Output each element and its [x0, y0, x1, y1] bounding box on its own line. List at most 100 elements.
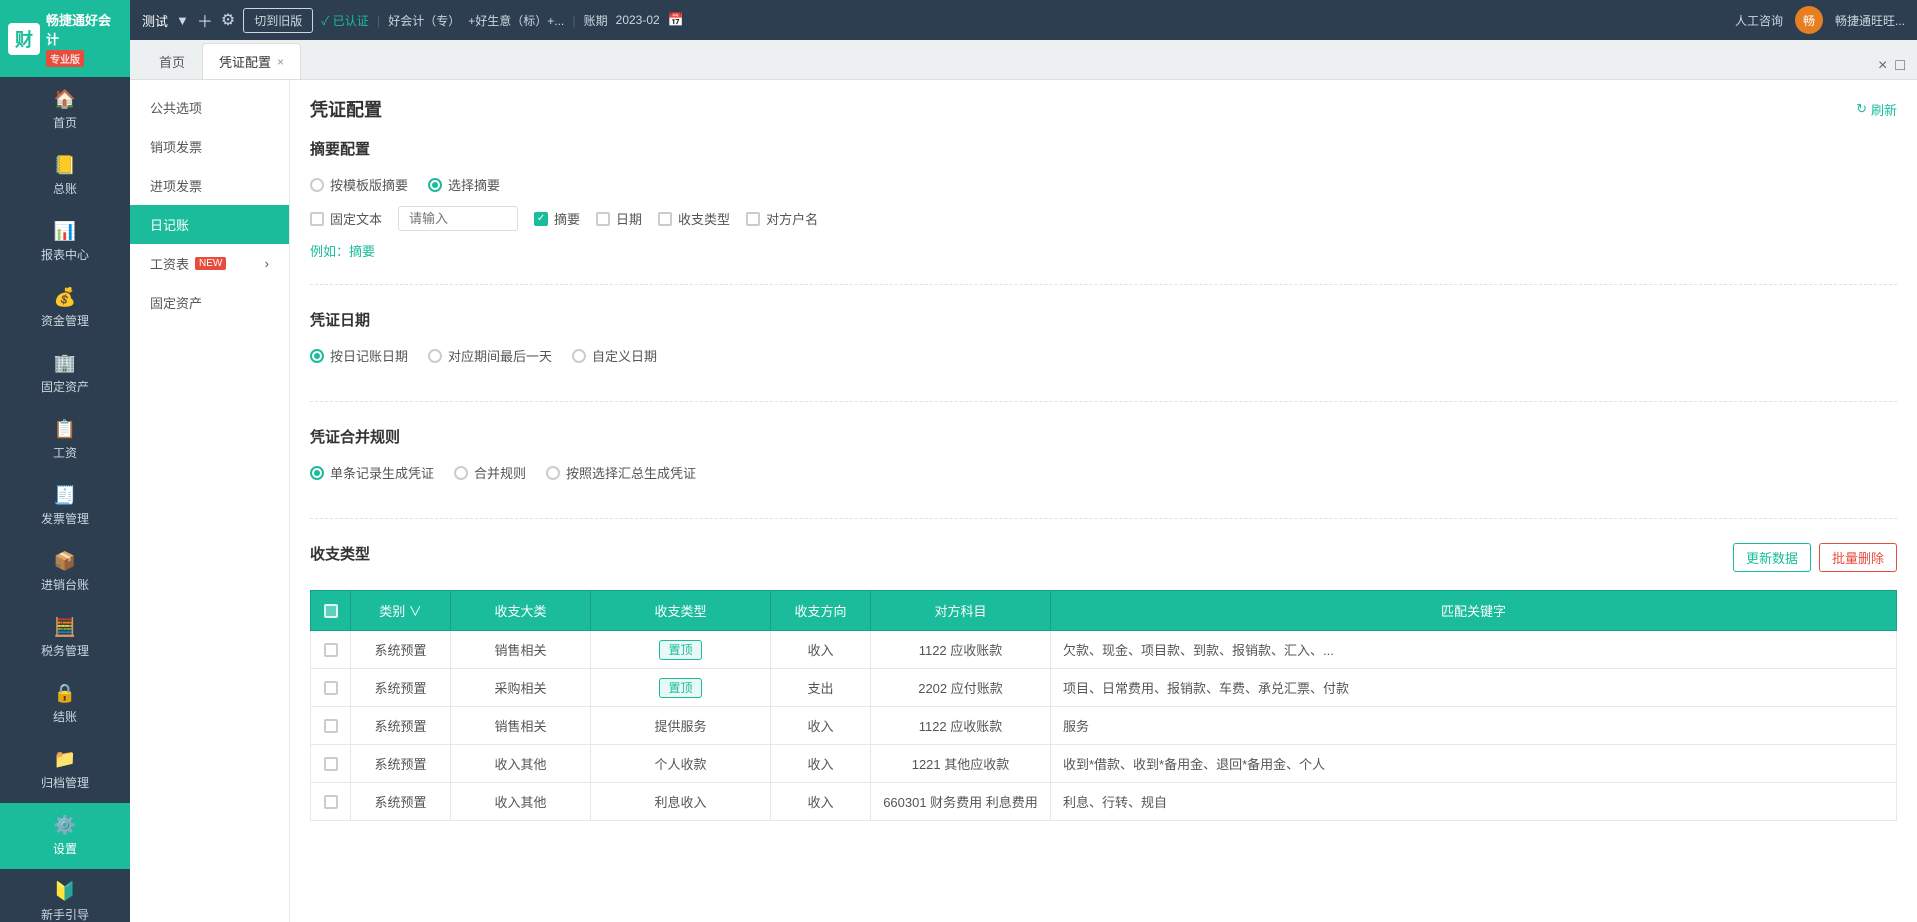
sidebar-item-ledger[interactable]: 📒 总账	[0, 143, 130, 209]
inner-nav-journal[interactable]: 日记账	[130, 205, 289, 244]
inner-nav-sales[interactable]: 销项发票	[130, 127, 289, 166]
radio-select[interactable]: 选择摘要	[428, 175, 500, 194]
row-category-4: 系统预置	[351, 783, 451, 821]
row-account-0: 1122 应收账款	[871, 631, 1051, 669]
th-select-all[interactable]	[311, 591, 351, 631]
maximize-btn[interactable]: □	[1895, 57, 1905, 75]
row-category-2: 系统预置	[351, 707, 451, 745]
radio-merge-rule[interactable]: 合并规则	[454, 463, 526, 482]
sidebar-item-guide[interactable]: 🔰 新手引导	[0, 869, 130, 922]
sidebar-item-home[interactable]: 🏠 首页	[0, 77, 130, 143]
radio-template-circle	[310, 178, 324, 192]
row-bigtype-0: 销售相关	[451, 631, 591, 669]
inner-nav-payroll[interactable]: 工资表 NEW ›	[130, 244, 289, 283]
row-direction-2: 收入	[771, 707, 871, 745]
row-keywords-0: 欠款、现金、项目款、到款、报销款、汇入、...	[1051, 631, 1897, 669]
sidebar-item-asset[interactable]: 🏢 固定资产	[0, 341, 130, 407]
refresh-button[interactable]: ↻ 刷新	[1856, 100, 1897, 119]
row-check-2[interactable]	[311, 707, 351, 745]
salary-icon: 📋	[54, 419, 76, 440]
row-bigtype-1: 采购相关	[451, 669, 591, 707]
topbar-add-icon[interactable]: ＋	[197, 8, 213, 32]
sidebar-item-archive[interactable]: 📁 归档管理	[0, 737, 130, 803]
date-section-title: 凭证日期	[310, 309, 1897, 330]
sidebar-item-purchase[interactable]: 📦 进销台账	[0, 539, 130, 605]
row-account-1: 2202 应付账款	[871, 669, 1051, 707]
tab-close-icon[interactable]: ×	[277, 55, 284, 69]
update-data-btn[interactable]: 更新数据	[1733, 543, 1811, 572]
radio-custom-date[interactable]: 自定义日期	[572, 346, 657, 365]
row-type-2: 提供服务	[591, 707, 771, 745]
fixed-text-input[interactable]	[398, 206, 518, 231]
inner-sidebar: 公共选项 销项发票 进项发票 日记账 工资表 NEW › 固定资产	[130, 80, 290, 922]
close-tab-btn[interactable]: ×	[1878, 57, 1887, 75]
sidebar-item-fund[interactable]: 💰 资金管理	[0, 275, 130, 341]
type-tag-1[interactable]: 置顶	[659, 678, 701, 698]
sidebar-item-settings[interactable]: ⚙️ 设置	[0, 803, 130, 869]
purchase-icon: 📦	[54, 551, 76, 572]
row-direction-1: 支出	[771, 669, 871, 707]
checkbox-counterparty[interactable]: 对方户名	[746, 209, 818, 228]
row-check-4[interactable]	[311, 783, 351, 821]
radio-select-circle	[428, 178, 442, 192]
row-keywords-3: 收到*借款、收到*备用金、退回*备用金、个人	[1051, 745, 1897, 783]
topbar-settings-icon[interactable]: ⚙	[221, 10, 235, 30]
logo-text: 畅捷通好会计 专业版	[46, 10, 122, 67]
period-last-circle	[428, 349, 442, 363]
sidebar: 财 畅捷通好会计 专业版 🏠 首页 📒 总账 📊 报表中心 💰 资金管理 🏢 固…	[0, 0, 130, 922]
tab-voucher-config[interactable]: 凭证配置 ×	[202, 43, 301, 79]
counterparty-checkbox	[746, 212, 760, 226]
batch-delete-btn[interactable]: 批量删除	[1819, 543, 1897, 572]
switch-to-old-btn[interactable]: 切到旧版	[243, 8, 313, 33]
inner-nav-purchase-invoice[interactable]: 进项发票	[130, 166, 289, 205]
type-tag-0[interactable]: 置顶	[659, 640, 701, 660]
inner-nav-fixed-asset[interactable]: 固定资产	[130, 283, 289, 322]
sidebar-item-report[interactable]: 📊 报表中心	[0, 209, 130, 275]
tax-icon: 🧮	[54, 617, 76, 638]
sidebar-nav: 🏠 首页 📒 总账 📊 报表中心 💰 资金管理 🏢 固定资产 📋 工资 🧾 发票…	[0, 77, 130, 922]
radio-template[interactable]: 按模板版摘要	[310, 175, 408, 194]
row-check-3[interactable]	[311, 745, 351, 783]
company-dropdown-icon[interactable]: ▼	[176, 13, 189, 28]
calendar-icon[interactable]: 📅	[668, 12, 684, 28]
checkbox-fixed-text[interactable]: 固定文本	[310, 209, 382, 228]
row-direction-0: 收入	[771, 631, 871, 669]
date-radio-group: 按日记账日期 对应期间最后一天 自定义日期	[310, 346, 1897, 365]
row-type-0: 置顶	[591, 631, 771, 669]
radio-journal-date[interactable]: 按日记账日期	[310, 346, 408, 365]
row-category-3: 系统预置	[351, 745, 451, 783]
row-account-3: 1221 其他应收款	[871, 745, 1051, 783]
tabbar: 首页 凭证配置 × × □	[130, 40, 1917, 80]
checkbox-date[interactable]: 日期	[596, 209, 642, 228]
checkbox-income-type[interactable]: 收支类型	[658, 209, 730, 228]
new-badge: NEW	[195, 257, 226, 270]
radio-single[interactable]: 单条记录生成凭证	[310, 463, 434, 482]
row-check-0[interactable]	[311, 631, 351, 669]
page-content: 凭证配置 ↻ 刷新 摘要配置 按模板版摘要 选择摘要	[290, 80, 1917, 922]
sidebar-item-close[interactable]: 🔒 结账	[0, 671, 130, 737]
user-avatar[interactable]: 畅	[1795, 6, 1823, 34]
user-name[interactable]: 畅捷通旺旺...	[1835, 12, 1905, 29]
app-logo: 财 畅捷通好会计 专业版	[0, 0, 130, 77]
table-row: 系统预置 收入其他 利息收入 收入 660301 财务费用 利息费用 利息、行转…	[311, 783, 1897, 821]
row-check-1[interactable]	[311, 669, 351, 707]
good-biz-label: +好生意（标）+...	[468, 12, 564, 29]
tabbar-actions: × □	[1878, 57, 1905, 79]
summary-section: 摘要配置 按模板版摘要 选择摘要 固定文本	[310, 138, 1897, 285]
checkbox-abstract[interactable]: ✓ 摘要	[534, 209, 580, 228]
row-keywords-1: 项目、日常费用、报销款、车费、承兑汇票、付款	[1051, 669, 1897, 707]
sidebar-item-salary[interactable]: 📋 工资	[0, 407, 130, 473]
inner-nav-public[interactable]: 公共选项	[130, 88, 289, 127]
date-checkbox	[596, 212, 610, 226]
radio-summary[interactable]: 按照选择汇总生成凭证	[546, 463, 696, 482]
row-keywords-4: 利息、行转、规自	[1051, 783, 1897, 821]
service-label[interactable]: 人工咨询	[1735, 12, 1783, 29]
date-section: 凭证日期 按日记账日期 对应期间最后一天 自定义日期	[310, 309, 1897, 402]
sidebar-item-tax[interactable]: 🧮 税务管理	[0, 605, 130, 671]
good-account-label: 好会计（专）	[388, 12, 460, 29]
sidebar-item-invoice[interactable]: 🧾 发票管理	[0, 473, 130, 539]
radio-period-last[interactable]: 对应期间最后一天	[428, 346, 552, 365]
income-type-checkbox	[658, 212, 672, 226]
journal-date-circle	[310, 349, 324, 363]
tab-home[interactable]: 首页	[142, 43, 202, 79]
